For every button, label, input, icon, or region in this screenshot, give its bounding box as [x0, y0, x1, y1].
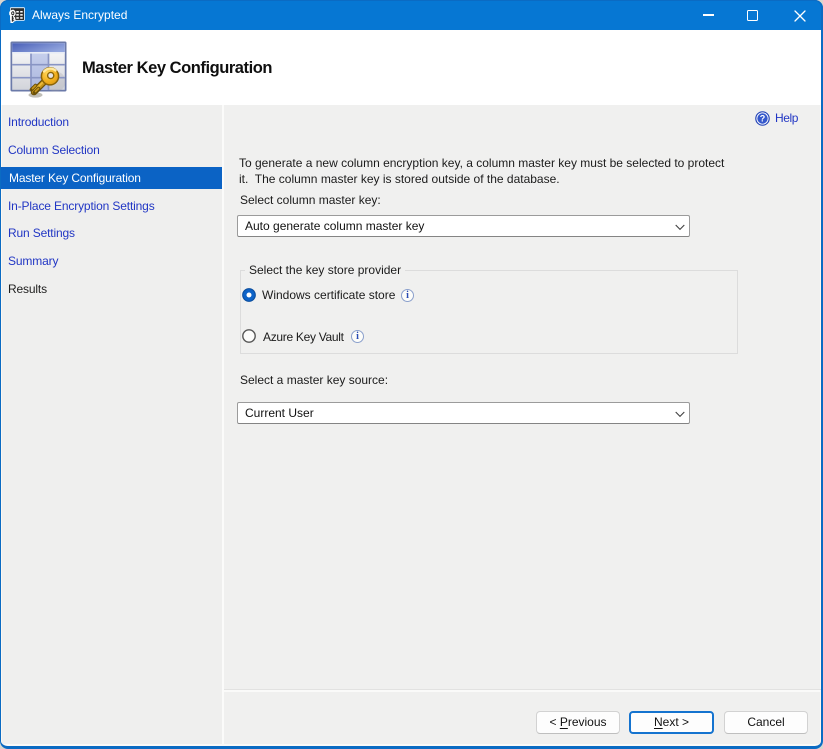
svg-text:?: ?	[760, 114, 766, 124]
